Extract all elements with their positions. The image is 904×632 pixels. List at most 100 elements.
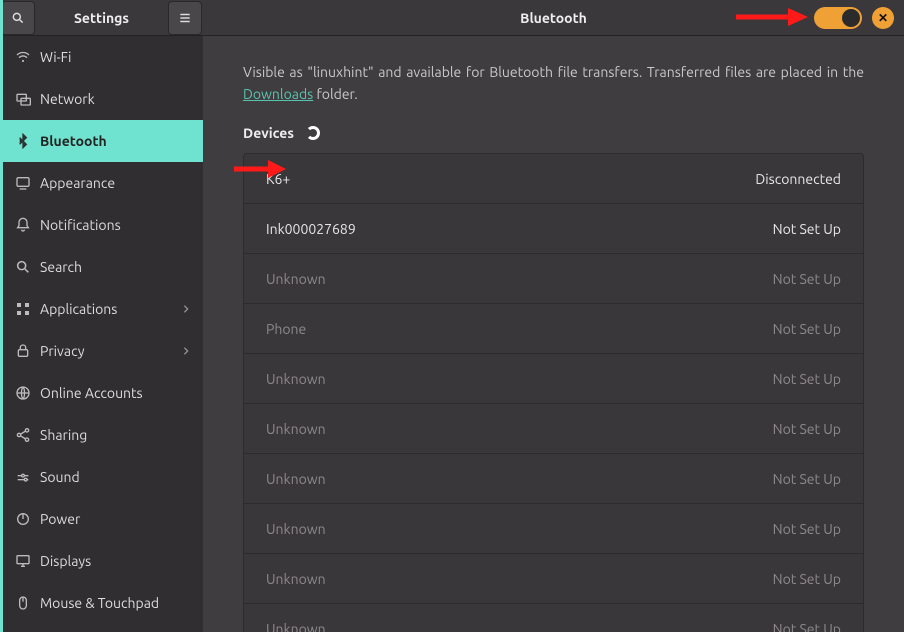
device-name: Unknown xyxy=(266,621,326,632)
sidebar-item-label: Search xyxy=(40,259,82,275)
chevron-right-icon xyxy=(181,346,191,356)
page-title: Bluetooth xyxy=(520,10,587,26)
sidebar-item-label: Power xyxy=(40,511,80,527)
mouse-icon xyxy=(12,595,34,611)
sidebar: Settings Wi-Fi Network Bluetooth Appearance… xyxy=(0,0,203,632)
device-row[interactable]: Ink000027689 Not Set Up xyxy=(244,204,863,254)
device-status: Not Set Up xyxy=(773,321,841,337)
device-status: Not Set Up xyxy=(773,471,841,487)
share-icon xyxy=(12,427,34,443)
sidebar-item-wi-fi[interactable]: Wi-Fi xyxy=(0,36,203,78)
privacy-icon xyxy=(12,343,34,359)
sidebar-item-privacy[interactable]: Privacy xyxy=(0,330,203,372)
device-name: Unknown xyxy=(266,471,326,487)
blurb-post: folder. xyxy=(313,86,357,102)
bluetooth-toggle[interactable] xyxy=(814,7,862,29)
scanning-spinner-icon xyxy=(306,126,320,140)
device-name: Unknown xyxy=(266,421,326,437)
devices-section-header: Devices xyxy=(243,125,864,141)
device-row[interactable]: UnknownNot Set Up xyxy=(244,504,863,554)
device-list: K6+DisconnectedInk000027689Not Set UpUnk… xyxy=(243,153,864,632)
device-name: Phone xyxy=(266,321,306,337)
device-status: Not Set Up xyxy=(773,371,841,387)
sidebar-item-online-accounts[interactable]: Online Accounts xyxy=(0,372,203,414)
sidebar-item-label: Wi-Fi xyxy=(40,49,71,65)
device-row[interactable]: Unknown Not Set Up xyxy=(244,354,863,404)
device-name: Unknown xyxy=(266,571,326,587)
hamburger-button[interactable] xyxy=(168,1,202,35)
device-status: Not Set Up xyxy=(773,521,841,537)
device-row[interactable]: Unknown Not Set Up xyxy=(244,404,863,454)
network-icon xyxy=(12,91,34,107)
device-row[interactable]: Unknown Not Set Up xyxy=(244,604,863,632)
device-row[interactable]: Phone Not Set Up xyxy=(244,304,863,354)
sidebar-item-label: Displays xyxy=(40,553,91,569)
blurb-mid: " and available for Bluetooth file trans… xyxy=(368,64,864,80)
sidebar-item-bluetooth[interactable]: Bluetooth xyxy=(0,120,203,162)
devices-label: Devices xyxy=(243,125,294,141)
close-icon: ✕ xyxy=(878,11,888,25)
device-row[interactable]: K6+ Disconnected xyxy=(244,154,863,204)
sidebar-item-network[interactable]: Network xyxy=(0,78,203,120)
device-row[interactable]: Unknown Not Set Up xyxy=(244,254,863,304)
main-header: Bluetooth ✕ xyxy=(203,0,904,36)
bell-icon xyxy=(12,217,34,233)
sidebar-item-mouse-touchpad[interactable]: Mouse & Touchpad xyxy=(0,582,203,624)
sidebar-header: Settings xyxy=(0,0,203,36)
device-name: Ink000027689 xyxy=(266,221,356,237)
sidebar-item-label: Bluetooth xyxy=(40,133,107,149)
appearance-icon xyxy=(12,175,34,191)
apps-icon xyxy=(12,301,34,317)
toggle-knob xyxy=(842,9,860,27)
sidebar-item-label: Appearance xyxy=(40,175,115,191)
hostname: linuxhint xyxy=(313,64,368,80)
sidebar-item-search[interactable]: Search xyxy=(0,246,203,288)
visibility-blurb: Visible as "linuxhint" and available for… xyxy=(243,62,864,105)
main-body: Visible as "linuxhint" and available for… xyxy=(203,36,904,632)
settings-window: Settings Wi-Fi Network Bluetooth Appearance… xyxy=(0,0,904,632)
downloads-link[interactable]: Downloads xyxy=(243,86,313,102)
sidebar-item-power[interactable]: Power xyxy=(0,498,203,540)
displays-icon xyxy=(12,553,34,569)
device-name: K6+ xyxy=(266,171,290,187)
device-status: Not Set Up xyxy=(773,421,841,437)
device-status: Disconnected xyxy=(755,171,841,187)
sidebar-item-label: Sound xyxy=(40,469,80,485)
device-row[interactable]: Unknown Not Set Up xyxy=(244,554,863,604)
device-status: Not Set Up xyxy=(773,271,841,287)
sidebar-item-label: Applications xyxy=(40,301,117,317)
sidebar-item-applications[interactable]: Applications xyxy=(0,288,203,330)
sidebar-item-label: Online Accounts xyxy=(40,385,143,401)
sidebar-item-label: Sharing xyxy=(40,427,87,443)
blurb-pre: Visible as " xyxy=(243,64,313,80)
device-name: Unknown xyxy=(266,371,326,387)
sidebar-item-displays[interactable]: Displays xyxy=(0,540,203,582)
device-status: Not Set Up xyxy=(773,571,841,587)
sidebar-item-sound[interactable]: Sound xyxy=(0,456,203,498)
device-status: Not Set Up xyxy=(773,221,841,237)
device-status: Not Set Up xyxy=(773,621,841,632)
cloud-icon xyxy=(12,385,34,401)
chevron-right-icon xyxy=(181,304,191,314)
sidebar-item-label: Mouse & Touchpad xyxy=(40,595,159,611)
wifi-icon xyxy=(12,49,34,65)
power-icon xyxy=(12,511,34,527)
sound-icon xyxy=(12,469,34,485)
close-button[interactable]: ✕ xyxy=(872,7,894,29)
sidebar-title: Settings xyxy=(36,10,167,26)
hamburger-icon xyxy=(178,11,192,25)
sidebar-item-label: Notifications xyxy=(40,217,121,233)
sidebar-item-label: Privacy xyxy=(40,343,84,359)
search-icon xyxy=(12,259,34,275)
sidebar-item-label: Network xyxy=(40,91,95,107)
bluetooth-icon xyxy=(12,133,34,149)
device-row[interactable]: Unknown Not Set Up xyxy=(244,454,863,504)
main-panel: Bluetooth ✕ Visible as "linuxhint" and a… xyxy=(203,0,904,632)
sidebar-nav: Wi-Fi Network Bluetooth Appearance Notificat… xyxy=(0,36,203,632)
search-icon xyxy=(11,11,25,25)
sidebar-item-appearance[interactable]: Appearance xyxy=(0,162,203,204)
device-name: Unknown xyxy=(266,271,326,287)
search-button[interactable] xyxy=(1,1,35,35)
sidebar-item-notifications[interactable]: Notifications xyxy=(0,204,203,246)
sidebar-item-sharing[interactable]: Sharing xyxy=(0,414,203,456)
